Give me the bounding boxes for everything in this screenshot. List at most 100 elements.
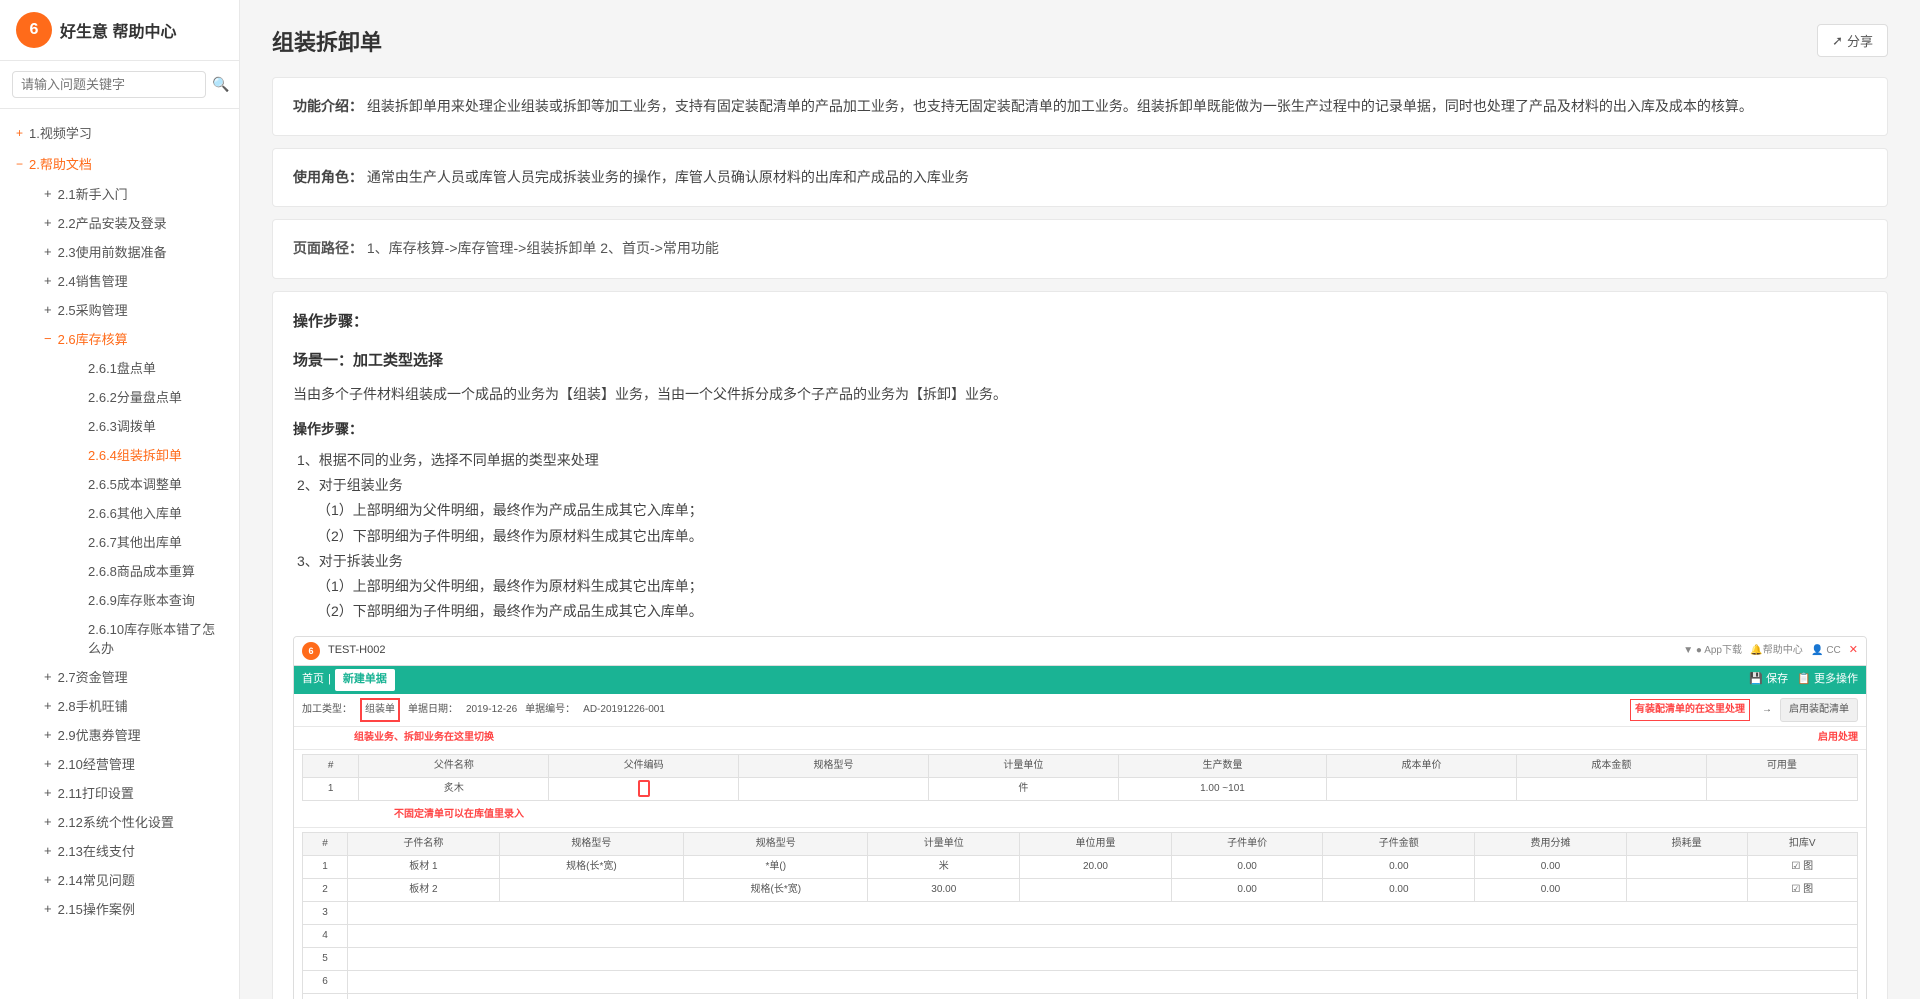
sidebar-item-stocktake[interactable]: 2.6.1盘点单	[44, 353, 239, 382]
sidebar-item-help-docs[interactable]: − 2.帮助文档	[0, 148, 239, 179]
plus-icon: +	[44, 756, 52, 771]
lth-deduct: 扣库V	[1747, 832, 1857, 855]
feature-intro-card: 功能介绍： 组装拆卸单用来处理企业组装或拆卸等加工业务，支持有固定装配清单的产品…	[272, 77, 1888, 136]
search-icon[interactable]: 🔍	[212, 76, 229, 93]
close-icon[interactable]: ✕	[1849, 641, 1858, 661]
sidebar-item-ops[interactable]: + 2.10经营管理	[28, 749, 239, 778]
lth-loss: 损耗量	[1626, 832, 1747, 855]
sidebar-item-mobile[interactable]: + 2.8手机旺铺	[28, 691, 239, 720]
form-type-label: 加工类型：	[302, 701, 352, 719]
sidebar-item-data-prep[interactable]: + 2.3使用前数据准备	[28, 237, 239, 266]
logo-text: 好生意 帮助中心	[60, 18, 176, 42]
sidebar-item-coupon[interactable]: + 2.9优惠券管理	[28, 720, 239, 749]
role-label: 使用角色：	[293, 169, 363, 185]
form-date-value: 2019-12-26	[466, 701, 517, 719]
lower-table-row-5: 5	[303, 947, 1858, 970]
td-parent-name: 炙木	[359, 777, 549, 800]
sidebar-header: 6 好生意 帮助中心	[0, 0, 239, 61]
lth-unit: 计量单位	[868, 832, 1020, 855]
sidebar-item-faq[interactable]: + 2.14常见问题	[28, 865, 239, 894]
lth-alloc: 费用分摊	[1475, 832, 1627, 855]
sidebar-item-print[interactable]: + 2.11打印设置	[28, 778, 239, 807]
enable-bom-btn[interactable]: 启用装配清单	[1780, 698, 1858, 722]
inventory-sub-items: 2.6.1盘点单 2.6.2分量盘点单 2.6.3调拨单 2.6.4组装拆卸单 …	[28, 353, 239, 662]
sidebar-item-ledger-fix[interactable]: 2.6.10库存账本错了怎么办	[44, 614, 239, 662]
lower-table-row-1: 1 板材 1 规格(长*宽) *单() 米 20.00 0.00 0.00 0.…	[303, 855, 1858, 878]
th-parent-name: 父件名称	[359, 754, 549, 777]
annotation3-area: 组装业务、拆卸业务在这里切换 启用处理	[294, 727, 1866, 750]
th-available: 可用量	[1706, 754, 1857, 777]
nav-tree: + 1.视频学习 − 2.帮助文档 + 2.1新手入门 + 2.2产品安装及登录…	[0, 109, 239, 999]
logo-icon: 6	[16, 12, 52, 48]
sidebar-item-label: 1.视频学习	[29, 123, 92, 142]
annotation3-text: 组装业务、拆卸业务在这里切换	[354, 729, 494, 747]
sidebar-item-cases[interactable]: + 2.15操作案例	[28, 894, 239, 923]
app-titlebar: 6 TEST-H002 ▼ ● App下载 🔔帮助中心 👤 CC ✕	[294, 637, 1866, 666]
expand-icon: +	[16, 126, 23, 140]
share-button[interactable]: ➚ 分享	[1817, 24, 1888, 57]
main-header: 组装拆卸单 ➚ 分享	[272, 24, 1888, 57]
annotation-arrow1: →	[1762, 701, 1772, 719]
lth-spec1: 规格型号	[499, 832, 683, 855]
sidebar-item-label: 2.帮助文档	[29, 154, 92, 173]
plus-icon: +	[44, 785, 52, 800]
th-unit: 计量单位	[928, 754, 1118, 777]
sidebar-item-purchase[interactable]: + 2.5采购管理	[28, 295, 239, 324]
th-qty: 生产数量	[1118, 754, 1326, 777]
path-text: 1、库存核算->库存管理->组装拆卸单 2、首页->常用功能	[367, 240, 719, 256]
sidebar-item-sales[interactable]: + 2.4销售管理	[28, 266, 239, 295]
sidebar-item-finance[interactable]: + 2.7资金管理	[28, 662, 239, 691]
minus-icon: −	[44, 331, 52, 346]
table-header-row: # 父件名称 父件编码 规格型号 计量单位 生产数量 成本单价 成本金额 可用量	[303, 754, 1858, 777]
parent-code-input[interactable]	[638, 780, 650, 797]
plus-icon: +	[44, 186, 52, 201]
sidebar-item-video-learning[interactable]: + 1.视频学习	[0, 117, 239, 148]
share-label: 分享	[1847, 31, 1873, 50]
sidebar-item-stock-ledger[interactable]: 2.6.9库存账本查询	[44, 585, 239, 614]
sidebar-item-other-in[interactable]: 2.6.6其他入库单	[44, 498, 239, 527]
steps-sub-label: 操作步骤：	[293, 417, 1867, 442]
sidebar-item-cost-recalc[interactable]: 2.6.8商品成本重算	[44, 556, 239, 585]
step2-1: （1）上部明细为父件明细，最终作为产成品生成其它入库单；	[317, 498, 1867, 523]
th-spec: 规格型号	[739, 754, 929, 777]
sidebar-item-assembly[interactable]: 2.6.4组装拆卸单	[44, 440, 239, 469]
sidebar-item-payment[interactable]: + 2.13在线支付	[28, 836, 239, 865]
plus-icon: +	[44, 698, 52, 713]
sidebar-item-newcomer[interactable]: + 2.1新手入门	[28, 179, 239, 208]
lower-table-row-4: 4	[303, 924, 1858, 947]
sidebar-item-install[interactable]: + 2.2产品安装及登录	[28, 208, 239, 237]
scene1-desc: 当由多个子件材料组装成一个成品的业务为【组装】业务，当由一个父件拆分成多个子产品…	[293, 382, 1867, 407]
td-spec	[739, 777, 929, 800]
lower-table-row-6: 6	[303, 970, 1858, 993]
search-box: 🔍	[0, 61, 239, 109]
annotation5-area: 不固定清单可以在库值里录入	[294, 805, 1866, 828]
form-order-label: 单据编号：	[525, 701, 575, 719]
sidebar-item-custom[interactable]: + 2.12系统个性化设置	[28, 807, 239, 836]
app-nav-new[interactable]: 新建单据	[335, 669, 395, 691]
role-text: 通常由生产人员或库管人员完成拆装业务的操作，库管人员确认原材料的出库和产成品的入…	[367, 169, 969, 185]
th-cost-amt: 成本金额	[1516, 754, 1706, 777]
app-nav-home: 首页	[302, 670, 324, 690]
plus-icon: +	[44, 215, 52, 230]
lower-table-header-row: # 子件名称 规格型号 规格型号 计量单位 单位用量 子件单价 子件金额 费用分…	[303, 832, 1858, 855]
plus-icon: +	[44, 872, 52, 887]
td-cost-price	[1327, 777, 1517, 800]
form-date-label: 单据日期：	[408, 701, 458, 719]
table-row: 1 炙木 件 1.00 ~101	[303, 777, 1858, 800]
plus-icon: +	[44, 843, 52, 858]
plus-icon: +	[44, 244, 52, 259]
step1: 1、根据不同的业务，选择不同单据的类型来处理	[297, 448, 1867, 473]
th-parent-code: 父件编码	[549, 754, 739, 777]
app-ui: 6 TEST-H002 ▼ ● App下载 🔔帮助中心 👤 CC ✕ 首页 | …	[294, 637, 1866, 999]
steps-label: 操作步骤：	[293, 308, 1867, 335]
sidebar-item-other-out[interactable]: 2.6.7其他出库单	[44, 527, 239, 556]
plus-icon: +	[44, 727, 52, 742]
annotation1: 有装配清单的在这里处理	[1630, 699, 1750, 721]
search-input[interactable]	[12, 71, 206, 98]
sidebar-item-cost-adjust[interactable]: 2.6.5成本调整单	[44, 469, 239, 498]
sidebar-item-transfer[interactable]: 2.6.3调拨单	[44, 411, 239, 440]
lower-table-container: # 子件名称 规格型号 规格型号 计量单位 单位用量 子件单价 子件金额 费用分…	[294, 828, 1866, 999]
share-icon: ➚	[1832, 33, 1843, 49]
sidebar-item-partial-stocktake[interactable]: 2.6.2分量盘点单	[44, 382, 239, 411]
sidebar-item-inventory[interactable]: − 2.6库存核算	[28, 324, 239, 353]
